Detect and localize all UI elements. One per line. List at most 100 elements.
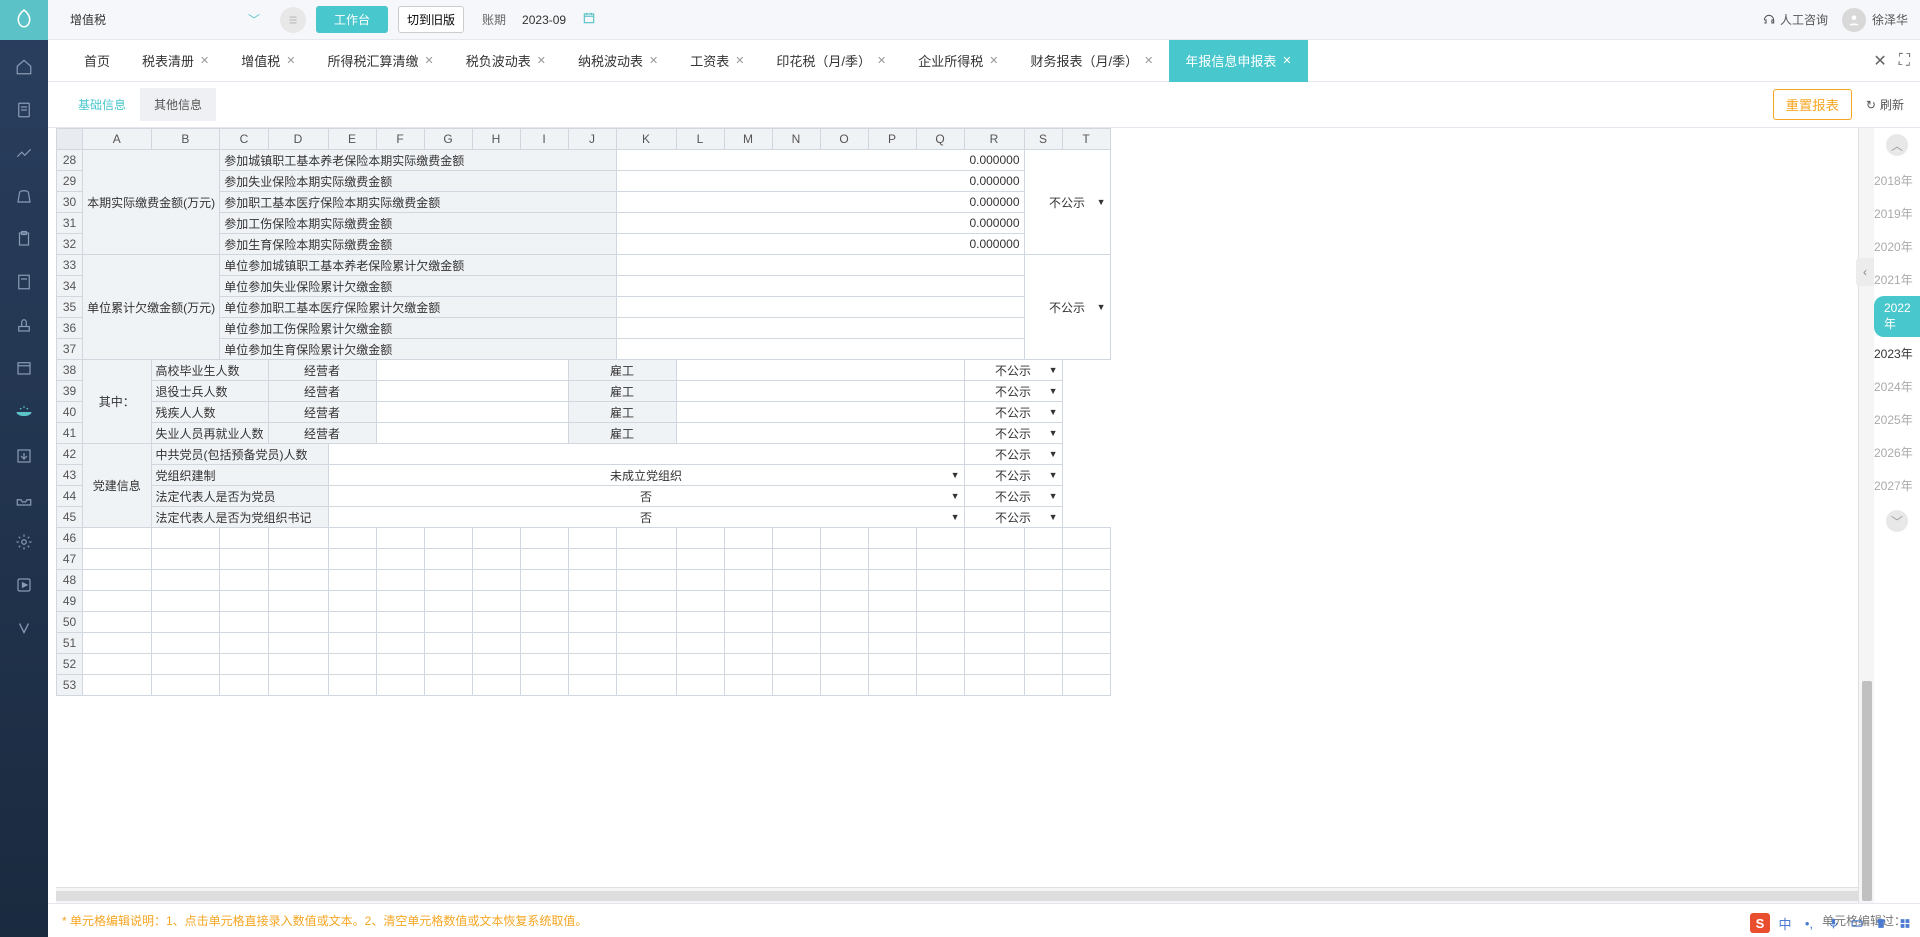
cell[interactable] (268, 633, 328, 654)
bowl-icon[interactable] (14, 402, 34, 425)
cell[interactable] (376, 633, 424, 654)
ime-tool-icon[interactable] (1896, 914, 1914, 932)
cell[interactable] (1024, 591, 1062, 612)
dropdown-cell[interactable]: 不公示▼ (964, 360, 1062, 381)
cell[interactable] (472, 528, 520, 549)
cell[interactable] (724, 633, 772, 654)
col-header[interactable]: G (424, 129, 472, 150)
cell[interactable] (616, 549, 676, 570)
chart-icon[interactable] (15, 144, 33, 165)
col-header[interactable]: F (376, 129, 424, 150)
cell[interactable] (568, 570, 616, 591)
col-header[interactable]: L (676, 129, 724, 150)
cell[interactable] (868, 633, 916, 654)
cell-group[interactable]: 本期实际缴费金额(万元) (83, 150, 220, 255)
cell-label[interactable]: 单位参加失业保险累计欠缴金额 (220, 276, 616, 297)
cell[interactable] (328, 549, 376, 570)
doc-icon[interactable] (15, 101, 33, 122)
bag-icon[interactable] (15, 187, 33, 208)
cell[interactable] (376, 675, 424, 696)
cell[interactable] (676, 654, 724, 675)
col-header[interactable]: E (328, 129, 376, 150)
cell[interactable] (616, 570, 676, 591)
cell[interactable] (820, 528, 868, 549)
corner-cell[interactable] (57, 129, 83, 150)
cell[interactable] (220, 612, 268, 633)
cell[interactable] (616, 591, 676, 612)
cell[interactable] (328, 654, 376, 675)
row-header[interactable]: 46 (57, 528, 83, 549)
cell[interactable] (424, 570, 472, 591)
cell-label[interactable]: 参加工伤保险本期实际缴费金额 (220, 213, 616, 234)
dropdown-cell[interactable]: 不公示▼ (964, 444, 1062, 465)
vertical-scrollbar[interactable] (1858, 128, 1874, 903)
calc-icon[interactable] (15, 273, 33, 294)
cell[interactable] (676, 675, 724, 696)
tab-item[interactable]: 印花税（月/季）✕ (760, 40, 902, 82)
cell[interactable] (964, 612, 1024, 633)
cell[interactable] (151, 549, 220, 570)
subtab-basic[interactable]: 基础信息 (64, 88, 140, 121)
col-header[interactable]: S (1024, 129, 1062, 150)
cell[interactable] (616, 297, 1024, 318)
export-icon[interactable] (15, 447, 33, 468)
cell[interactable] (268, 528, 328, 549)
row-header[interactable]: 36 (57, 318, 83, 339)
row-header[interactable]: 34 (57, 276, 83, 297)
cell[interactable] (151, 570, 220, 591)
cell[interactable] (328, 444, 964, 465)
row-header[interactable]: 35 (57, 297, 83, 318)
cell[interactable] (724, 654, 772, 675)
tab-close-icon[interactable]: ✕ (286, 54, 295, 67)
cell[interactable] (724, 612, 772, 633)
year-item[interactable]: 2021年 (1874, 263, 1920, 296)
row-header[interactable]: 31 (57, 213, 83, 234)
cell-label[interactable]: 经营者 (268, 402, 376, 423)
cell[interactable] (151, 528, 220, 549)
cell[interactable] (1024, 570, 1062, 591)
year-item[interactable]: 2018年 (1874, 164, 1920, 197)
subtab-other[interactable]: 其他信息 (140, 88, 216, 121)
cell[interactable] (376, 612, 424, 633)
dropdown-cell[interactable]: 未成立党组织▼ (328, 465, 964, 486)
col-header[interactable]: B (151, 129, 220, 150)
cell[interactable] (1062, 570, 1110, 591)
cell[interactable] (520, 549, 568, 570)
cell[interactable] (676, 360, 964, 381)
stamp-icon[interactable] (15, 316, 33, 337)
ime-punct-icon[interactable]: •, (1800, 914, 1818, 932)
cell[interactable] (868, 549, 916, 570)
cell-value[interactable]: 0.000000 (616, 192, 1024, 213)
cell-label[interactable]: 参加失业保险本期实际缴费金额 (220, 171, 616, 192)
cell[interactable] (520, 570, 568, 591)
cell[interactable] (83, 654, 152, 675)
cell[interactable] (472, 549, 520, 570)
cell[interactable] (472, 591, 520, 612)
row-header[interactable]: 38 (57, 360, 83, 381)
cell-label[interactable]: 法定代表人是否为党组织书记 (151, 507, 328, 528)
cell[interactable] (676, 528, 724, 549)
cell[interactable] (220, 528, 268, 549)
refresh-button[interactable]: ↻ 刷新 (1866, 96, 1904, 113)
tab-item[interactable]: 企业所得税✕ (902, 40, 1014, 82)
cell[interactable] (83, 528, 152, 549)
cell[interactable] (868, 612, 916, 633)
row-header[interactable]: 33 (57, 255, 83, 276)
col-header[interactable]: C (220, 129, 268, 150)
cell[interactable] (1062, 633, 1110, 654)
cell[interactable] (220, 675, 268, 696)
cell-label[interactable]: 雇工 (568, 381, 676, 402)
tab-close-icon[interactable]: ✕ (649, 54, 658, 67)
cell[interactable] (1062, 528, 1110, 549)
tab-item[interactable]: 首页 (68, 40, 126, 82)
cell[interactable] (916, 549, 964, 570)
year-item[interactable]: 2020年 (1874, 230, 1920, 263)
cell[interactable] (916, 612, 964, 633)
dropdown-cell[interactable]: 不公示▼ (1024, 255, 1110, 360)
cell[interactable] (83, 612, 152, 633)
cell[interactable] (772, 612, 820, 633)
cell[interactable] (724, 675, 772, 696)
row-header[interactable]: 47 (57, 549, 83, 570)
tab-close-icon[interactable]: ✕ (425, 54, 434, 67)
inbox-icon[interactable] (15, 490, 33, 511)
